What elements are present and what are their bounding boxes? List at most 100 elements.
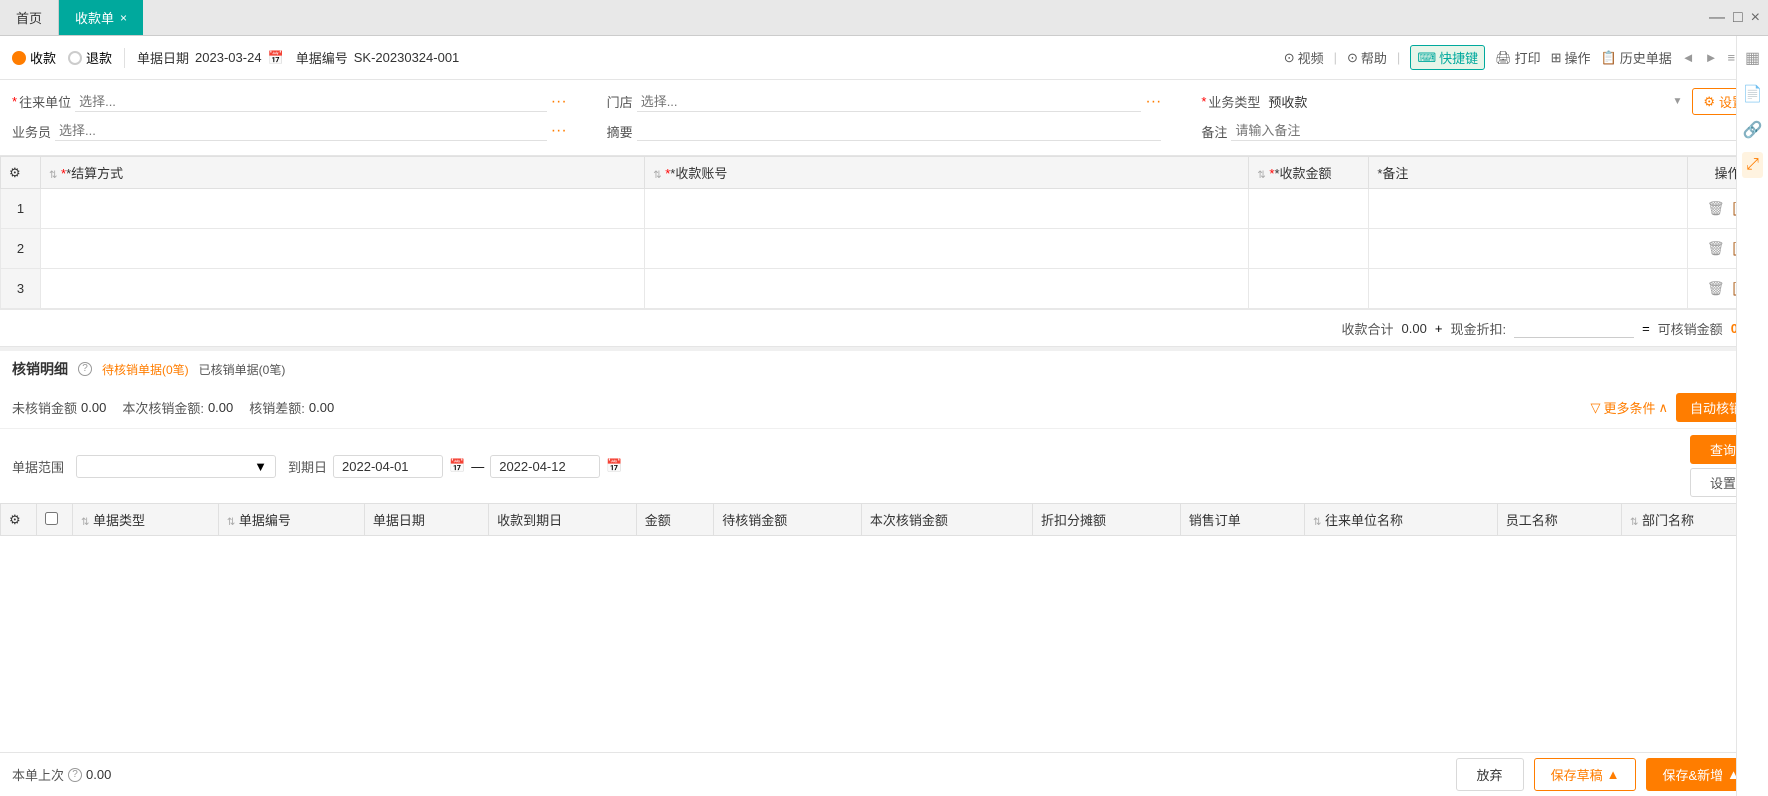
diff-stat: 核销差额: 0.00 bbox=[249, 398, 334, 417]
footer-right: 放弃 保存草稿 ▲ 保存&新增 ▲ bbox=[1456, 758, 1756, 791]
delete-row-3-icon[interactable]: 🗑 bbox=[1707, 280, 1725, 297]
staff-label: 业务员 bbox=[12, 122, 51, 141]
col-settings-icon[interactable]: ⚙ bbox=[1, 157, 41, 189]
sidebar-doc-icon[interactable]: 📄 bbox=[1739, 80, 1767, 108]
date-from-input[interactable] bbox=[333, 455, 443, 478]
note-input[interactable] bbox=[1231, 121, 1756, 141]
minimize-icon[interactable]: — bbox=[1709, 9, 1725, 27]
plus-sign: + bbox=[1435, 321, 1443, 336]
staff-input[interactable] bbox=[55, 121, 547, 141]
diff-value: 0.00 bbox=[309, 400, 334, 415]
chevron-up-icon: ∧ bbox=[1658, 400, 1668, 416]
info-icon[interactable]: ? bbox=[78, 362, 92, 376]
nav-next-icon[interactable]: ► bbox=[1705, 50, 1718, 65]
gear-icon: ⚙ bbox=[9, 165, 21, 180]
staff-more-icon[interactable]: ··· bbox=[551, 122, 567, 140]
delete-row-2-icon[interactable]: 🗑 bbox=[1707, 240, 1725, 257]
receipt-type-group: 收款 退款 bbox=[12, 48, 112, 67]
date-to-input[interactable] bbox=[490, 455, 600, 478]
more-conditions-btn[interactable]: ▽ 更多条件 ∧ bbox=[1590, 398, 1668, 417]
cell-account-2[interactable] bbox=[645, 229, 1249, 269]
cell-settlement-1[interactable] bbox=[41, 189, 645, 229]
uncancelled-label: 未核销金额 bbox=[12, 398, 77, 417]
cell-amount-3[interactable] bbox=[1249, 269, 1369, 309]
summary-input[interactable] bbox=[637, 121, 1162, 141]
print-label: 打印 bbox=[1515, 48, 1541, 67]
tab-receipt[interactable]: 收款单 × bbox=[59, 0, 143, 35]
note-field: 备注 bbox=[1201, 121, 1756, 141]
operation-label: 操作 bbox=[1565, 48, 1591, 67]
calendar-icon[interactable]: 📅 bbox=[268, 50, 284, 66]
store-input[interactable] bbox=[637, 92, 1142, 112]
draft-dropdown-icon[interactable]: ▲ bbox=[1607, 767, 1620, 782]
calendar-from-icon[interactable]: 📅 bbox=[449, 458, 465, 474]
sidebar-table-icon[interactable]: ▦ bbox=[1741, 44, 1764, 72]
radio-refund-label: 退款 bbox=[86, 48, 112, 67]
restore-icon[interactable]: □ bbox=[1733, 9, 1743, 27]
auto-btn-label: 自动核销 bbox=[1690, 401, 1742, 416]
counterpart-more-icon[interactable]: ··· bbox=[551, 93, 567, 111]
bottom-col-amount: 金额 bbox=[636, 504, 713, 536]
shortcut-label: 快捷键 bbox=[1439, 48, 1478, 67]
counterpart-input[interactable] bbox=[75, 92, 547, 112]
cell-note-2[interactable] bbox=[1369, 229, 1688, 269]
sidebar-link-icon[interactable]: 🔗 bbox=[1739, 116, 1767, 144]
available-label: 可核销金额 bbox=[1658, 319, 1723, 338]
table-row: 2 🗑 📋 bbox=[1, 229, 1768, 269]
date-dash: — bbox=[471, 459, 484, 474]
calendar-to-icon[interactable]: 📅 bbox=[606, 458, 622, 474]
layout1-icon[interactable]: ≡ bbox=[1728, 50, 1736, 65]
cell-account-1[interactable] bbox=[645, 189, 1249, 229]
cell-account-3[interactable] bbox=[645, 269, 1249, 309]
radio-refund[interactable]: 退款 bbox=[68, 48, 112, 67]
history-btn[interactable]: 📋 历史单据 bbox=[1601, 48, 1672, 67]
abandon-btn[interactable]: 放弃 bbox=[1456, 758, 1524, 791]
cell-note-1[interactable] bbox=[1369, 189, 1688, 229]
date-field: 单据日期 2023-03-24 📅 bbox=[137, 48, 284, 67]
toolbar: 收款 退款 单据日期 2023-03-24 📅 单据编号 SK-20230324… bbox=[0, 36, 1768, 80]
sidebar-expand-icon[interactable]: ⤢ bbox=[1742, 152, 1763, 178]
print-btn[interactable]: 🖨 打印 bbox=[1495, 48, 1541, 67]
cell-amount-1[interactable] bbox=[1249, 189, 1369, 229]
tab-home[interactable]: 首页 bbox=[0, 0, 59, 35]
operation-btn[interactable]: ⊞ 操作 bbox=[1551, 48, 1591, 67]
right-sidebar: ▦ 📄 🔗 ⤢ bbox=[1736, 36, 1768, 796]
radio-receipt[interactable]: 收款 bbox=[12, 48, 56, 67]
business-type-value: 预收款 bbox=[1264, 90, 1672, 113]
number-value: SK-20230324-001 bbox=[354, 50, 460, 65]
delete-row-1-icon[interactable]: 🗑 bbox=[1707, 200, 1725, 217]
shortcut-btn[interactable]: ⌨ 快捷键 bbox=[1410, 45, 1485, 70]
pending-tab[interactable]: 待核销单据(0笔) bbox=[102, 361, 189, 378]
row-num-1: 1 bbox=[1, 189, 41, 229]
bottom-col-due-date: 收款到期日 bbox=[489, 504, 637, 536]
footer-info-icon[interactable]: ? bbox=[68, 768, 82, 782]
cell-settlement-2[interactable] bbox=[41, 229, 645, 269]
store-more-icon[interactable]: ··· bbox=[1145, 93, 1161, 111]
range-label: 单据范围 bbox=[12, 457, 64, 476]
print-icon: 🖨 bbox=[1495, 50, 1512, 66]
business-type-dropdown-icon[interactable]: ▼ bbox=[1672, 96, 1682, 107]
tab-home-label: 首页 bbox=[16, 8, 42, 27]
cell-settlement-3[interactable] bbox=[41, 269, 645, 309]
bottom-col-settings[interactable]: ⚙ bbox=[1, 504, 37, 536]
help-btn[interactable]: ⊙ 帮助 bbox=[1347, 48, 1387, 67]
bottom-col-checkbox[interactable] bbox=[37, 504, 73, 536]
bottom-col-discount: 折扣分摊额 bbox=[1033, 504, 1181, 536]
col-account: ⇅ **收款账号 bbox=[645, 157, 1249, 189]
save-draft-btn[interactable]: 保存草稿 ▲ bbox=[1534, 758, 1637, 791]
number-label: 单据编号 bbox=[296, 48, 348, 67]
business-type-field: * 业务类型 预收款 ▼ ⚙ 设置 bbox=[1201, 88, 1756, 115]
nav-prev-icon[interactable]: ◄ bbox=[1682, 50, 1695, 65]
video-btn[interactable]: ⊙ 视频 bbox=[1284, 48, 1324, 67]
cell-amount-2[interactable] bbox=[1249, 229, 1369, 269]
tab-close-icon[interactable]: × bbox=[120, 11, 127, 25]
help-icon: ⊙ bbox=[1347, 50, 1358, 66]
counterpart-label: 往来单位 bbox=[19, 92, 71, 111]
select-all-checkbox[interactable] bbox=[45, 512, 58, 525]
discount-input[interactable] bbox=[1514, 318, 1634, 338]
cell-note-3[interactable] bbox=[1369, 269, 1688, 309]
history-icon: 📋 bbox=[1601, 50, 1617, 66]
close-icon[interactable]: × bbox=[1751, 9, 1760, 27]
done-tab[interactable]: 已核销单据(0笔) bbox=[199, 361, 286, 378]
range-select[interactable]: ▼ bbox=[76, 455, 276, 478]
